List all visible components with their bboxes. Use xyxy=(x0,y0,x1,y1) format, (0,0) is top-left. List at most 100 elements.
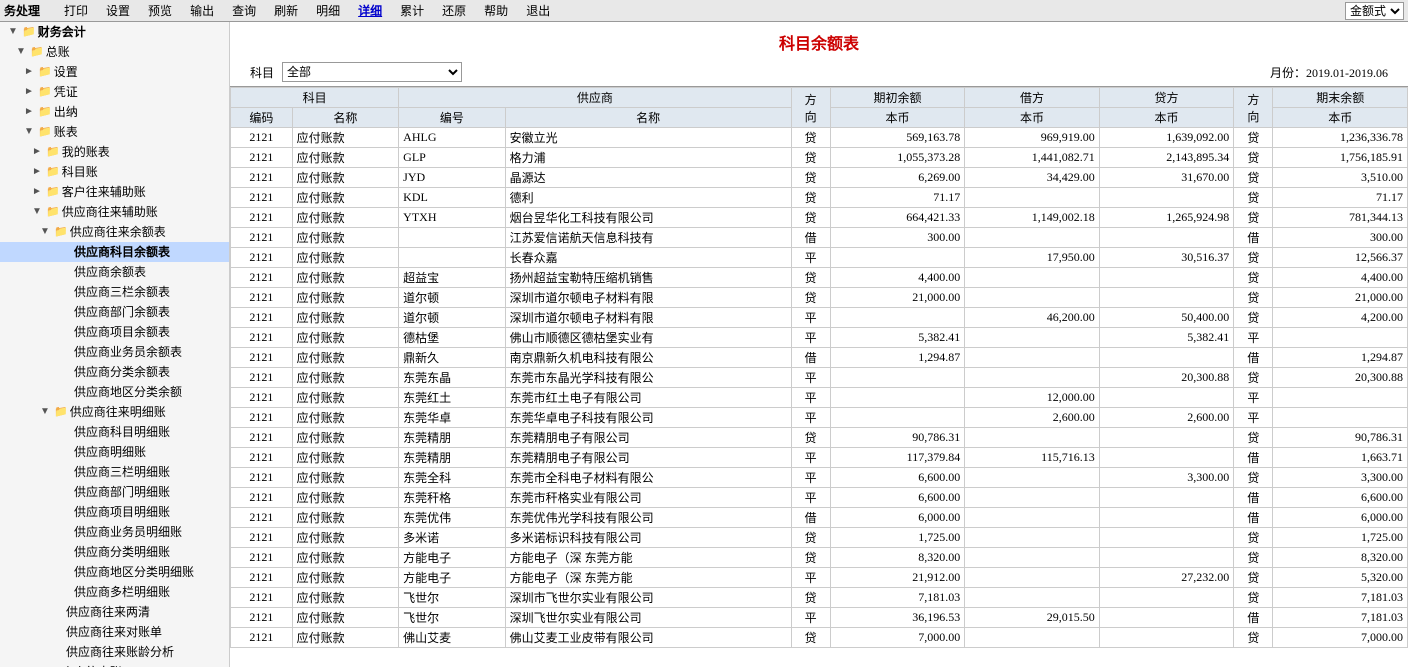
menu-item-设置[interactable]: 设置 xyxy=(102,1,134,20)
table-row[interactable]: 2121 应付账款 佛山艾麦 佛山艾麦工业皮带有限公司 贷 7,000.00 贷… xyxy=(231,628,1408,648)
cell-closing-dir: 贷 xyxy=(1234,628,1273,648)
table-row[interactable]: 2121 应付账款 东莞红土 东莞市红土电子有限公司 平 12,000.00 平 xyxy=(231,388,1408,408)
table-row[interactable]: 2121 应付账款 GLP 格力浦 贷 1,055,373.28 1,441,0… xyxy=(231,148,1408,168)
sidebar-item-客户往来辅助账[interactable]: ►📁客户往来辅助账 xyxy=(0,182,229,202)
table-row[interactable]: 2121 应付账款 道尔顿 深圳市道尔顿电子材料有限 贷 21,000.00 贷… xyxy=(231,288,1408,308)
table-row[interactable]: 2121 应付账款 东莞精朋 东莞精朋电子有限公司 平 117,379.84 1… xyxy=(231,448,1408,468)
table-row[interactable]: 2121 应付账款 长春众嘉 平 17,950.00 30,516.37 贷 1… xyxy=(231,248,1408,268)
expand-icon[interactable]: ▼ xyxy=(40,223,52,241)
sidebar-item-供应商部门余额表[interactable]: 供应商部门余额表 xyxy=(0,302,229,322)
expand-icon[interactable]: ► xyxy=(24,103,36,121)
table-row[interactable]: 2121 应付账款 东莞秆格 东莞市秆格实业有限公司 平 6,600.00 借 … xyxy=(231,488,1408,508)
sidebar-item-总账[interactable]: ▼📁总账 xyxy=(0,42,229,62)
expand-icon[interactable]: ► xyxy=(24,83,36,101)
table-row[interactable]: 2121 应付账款 AHLG 安徽立光 贷 569,163.78 969,919… xyxy=(231,128,1408,148)
table-row[interactable]: 2121 应付账款 东莞华卓 东莞华卓电子科技有限公司 平 2,600.00 2… xyxy=(231,408,1408,428)
sidebar-item-label: 财务会计 xyxy=(38,23,86,41)
table-row[interactable]: 2121 应付账款 多米诺 多米诺标识科技有限公司 贷 1,725.00 贷 1… xyxy=(231,528,1408,548)
table-row[interactable]: 2121 应付账款 江苏爱信诺航天信息科技有 借 300.00 借 300.00 xyxy=(231,228,1408,248)
menu-item-详细[interactable]: 详细 xyxy=(354,1,386,20)
expand-icon[interactable]: ▼ xyxy=(8,23,20,41)
menu-item-累计[interactable]: 累计 xyxy=(396,1,428,20)
table-row[interactable]: 2121 应付账款 方能电子 方能电子（深 东莞方能 平 21,912.00 2… xyxy=(231,568,1408,588)
subject-select[interactable]: 全部2121 xyxy=(282,62,462,82)
sidebar-item-供应商三栏明细账[interactable]: 供应商三栏明细账 xyxy=(0,462,229,482)
sidebar-item-供应商分类明细账[interactable]: 供应商分类明细账 xyxy=(0,542,229,562)
cell-subject: 应付账款 xyxy=(292,328,399,348)
menu-item-查询[interactable]: 查询 xyxy=(228,1,260,20)
sidebar-item-供应商业务员余额表[interactable]: 供应商业务员余额表 xyxy=(0,342,229,362)
expand-icon[interactable]: ▼ xyxy=(16,43,28,61)
table-row[interactable]: 2121 应付账款 超益宝 扬州超益宝勒特压缩机销售 贷 4,400.00 贷 … xyxy=(231,268,1408,288)
expand-icon[interactable]: ► xyxy=(32,143,44,161)
sidebar-item-供应商余额表[interactable]: 供应商余额表 xyxy=(0,262,229,282)
table-row[interactable]: 2121 应付账款 东莞优伟 东莞优伟光学科技有限公司 借 6,000.00 借… xyxy=(231,508,1408,528)
sidebar-item-供应商项目余额表[interactable]: 供应商项目余额表 xyxy=(0,322,229,342)
sidebar-item-供应商地区分类余额[interactable]: 供应商地区分类余额 xyxy=(0,382,229,402)
table-row[interactable]: 2121 应付账款 KDL 德利 贷 71.17 贷 71.17 xyxy=(231,188,1408,208)
sidebar-item-账表[interactable]: ▼📁账表 xyxy=(0,122,229,142)
menu-item-预览[interactable]: 预览 xyxy=(144,1,176,20)
menu-item-明细[interactable]: 明细 xyxy=(312,1,344,20)
sidebar-item-供应商业务员明细账[interactable]: 供应商业务员明细账 xyxy=(0,522,229,542)
menu-item-打印[interactable]: 打印 xyxy=(60,1,92,20)
cell-closing-dir: 贷 xyxy=(1234,528,1273,548)
table-row[interactable]: 2121 应付账款 东莞精朋 东莞精朋电子有限公司 贷 90,786.31 贷 … xyxy=(231,428,1408,448)
menu-item-还原[interactable]: 还原 xyxy=(438,1,470,20)
table-row[interactable]: 2121 应付账款 德枯堡 佛山市顺德区德枯堡实业有 平 5,382.41 5,… xyxy=(231,328,1408,348)
sidebar-item-供应商科目明细账[interactable]: 供应商科目明细账 xyxy=(0,422,229,442)
cell-closing: 20,300.88 xyxy=(1273,368,1408,388)
table-row[interactable]: 2121 应付账款 东莞全科 东莞市全科电子材料有限公 平 6,600.00 3… xyxy=(231,468,1408,488)
sidebar-item-供应商明细账[interactable]: 供应商明细账 xyxy=(0,442,229,462)
cell-dir: 借 xyxy=(791,508,830,528)
sidebar-item-供应商三栏余额表[interactable]: 供应商三栏余额表 xyxy=(0,282,229,302)
sidebar-item-我的账表[interactable]: ►📁我的账表 xyxy=(0,142,229,162)
menu-item-帮助[interactable]: 帮助 xyxy=(480,1,512,20)
sidebar-item-供应商多栏明细账[interactable]: 供应商多栏明细账 xyxy=(0,582,229,602)
menu-item-退出[interactable]: 退出 xyxy=(522,1,554,20)
table-row[interactable]: 2121 应付账款 鼎新久 南京鼎新久机电科技有限公 借 1,294.87 借 … xyxy=(231,348,1408,368)
table-row[interactable]: 2121 应付账款 方能电子 方能电子（深 东莞方能 贷 8,320.00 贷 … xyxy=(231,548,1408,568)
sidebar-item-供应商往来明细账[interactable]: ▼📁供应商往来明细账 xyxy=(0,402,229,422)
sidebar-item-供应商地区分类明细账[interactable]: 供应商地区分类明细账 xyxy=(0,562,229,582)
cell-debit: 12,000.00 xyxy=(965,388,1099,408)
cell-credit xyxy=(1099,448,1233,468)
cell-debit: 969,919.00 xyxy=(965,128,1099,148)
cell-supplier-code: 飞世尔 xyxy=(399,588,506,608)
sidebar-item-科目账[interactable]: ►📁科目账 xyxy=(0,162,229,182)
table-row[interactable]: 2121 应付账款 东莞东晶 东莞市东晶光学科技有限公 平 20,300.88 … xyxy=(231,368,1408,388)
sidebar-item-供应商往来两清[interactable]: 供应商往来两清 xyxy=(0,602,229,622)
sidebar-item-供应商往来余额表[interactable]: ▼📁供应商往来余额表 xyxy=(0,222,229,242)
sidebar-item-供应商往来账龄分析[interactable]: 供应商往来账龄分析 xyxy=(0,642,229,662)
sidebar-item-label: 供应商分类余额表 xyxy=(74,363,170,381)
table-container[interactable]: 科目 供应商 方向 期初余额 借方 贷方 方向 期末余额 编码 名称 编号 名称… xyxy=(230,86,1408,667)
expand-icon[interactable]: ► xyxy=(32,183,44,201)
menu-item-刷新[interactable]: 刷新 xyxy=(270,1,302,20)
sidebar-item-供应商项目明细账[interactable]: 供应商项目明细账 xyxy=(0,502,229,522)
format-select[interactable]: 金额式数量式 xyxy=(1345,2,1404,20)
menu-item-输出[interactable]: 输出 xyxy=(186,1,218,20)
expand-icon[interactable]: ▼ xyxy=(32,203,44,221)
table-row[interactable]: 2121 应付账款 YTXH 烟台昱华化工科技有限公司 贷 664,421.33… xyxy=(231,208,1408,228)
table-row[interactable]: 2121 应付账款 JYD 晶源达 贷 6,269.00 34,429.00 3… xyxy=(231,168,1408,188)
table-row[interactable]: 2121 应付账款 飞世尔 深圳市飞世尔实业有限公司 贷 7,181.03 贷 … xyxy=(231,588,1408,608)
folder-icon: 📁 xyxy=(38,103,52,121)
cell-closing: 1,756,185.91 xyxy=(1273,148,1408,168)
sidebar-item-供应商科目余额表[interactable]: 供应商科目余额表 xyxy=(0,242,229,262)
sidebar-item-供应商往来辅助账[interactable]: ▼📁供应商往来辅助账 xyxy=(0,202,229,222)
table-row[interactable]: 2121 应付账款 飞世尔 深圳飞世尔实业有限公司 平 36,196.53 29… xyxy=(231,608,1408,628)
th-debit-group: 借方 xyxy=(965,88,1099,108)
expand-icon[interactable]: ► xyxy=(32,663,44,667)
sidebar-item-设置[interactable]: ►📁设置 xyxy=(0,62,229,82)
expand-icon[interactable]: ► xyxy=(32,163,44,181)
expand-icon[interactable]: ▼ xyxy=(24,123,36,141)
sidebar-item-个人往来账[interactable]: ►📁个人往来账 xyxy=(0,662,229,667)
expand-icon[interactable]: ► xyxy=(24,63,36,81)
sidebar-item-出纳[interactable]: ►📁出纳 xyxy=(0,102,229,122)
sidebar-item-供应商分类余额表[interactable]: 供应商分类余额表 xyxy=(0,362,229,382)
table-row[interactable]: 2121 应付账款 道尔顿 深圳市道尔顿电子材料有限 平 46,200.00 5… xyxy=(231,308,1408,328)
sidebar-item-供应商部门明细账[interactable]: 供应商部门明细账 xyxy=(0,482,229,502)
sidebar-item-凭证[interactable]: ►📁凭证 xyxy=(0,82,229,102)
sidebar-item-供应商往来对账单[interactable]: 供应商往来对账单 xyxy=(0,622,229,642)
expand-icon[interactable]: ▼ xyxy=(40,403,52,421)
